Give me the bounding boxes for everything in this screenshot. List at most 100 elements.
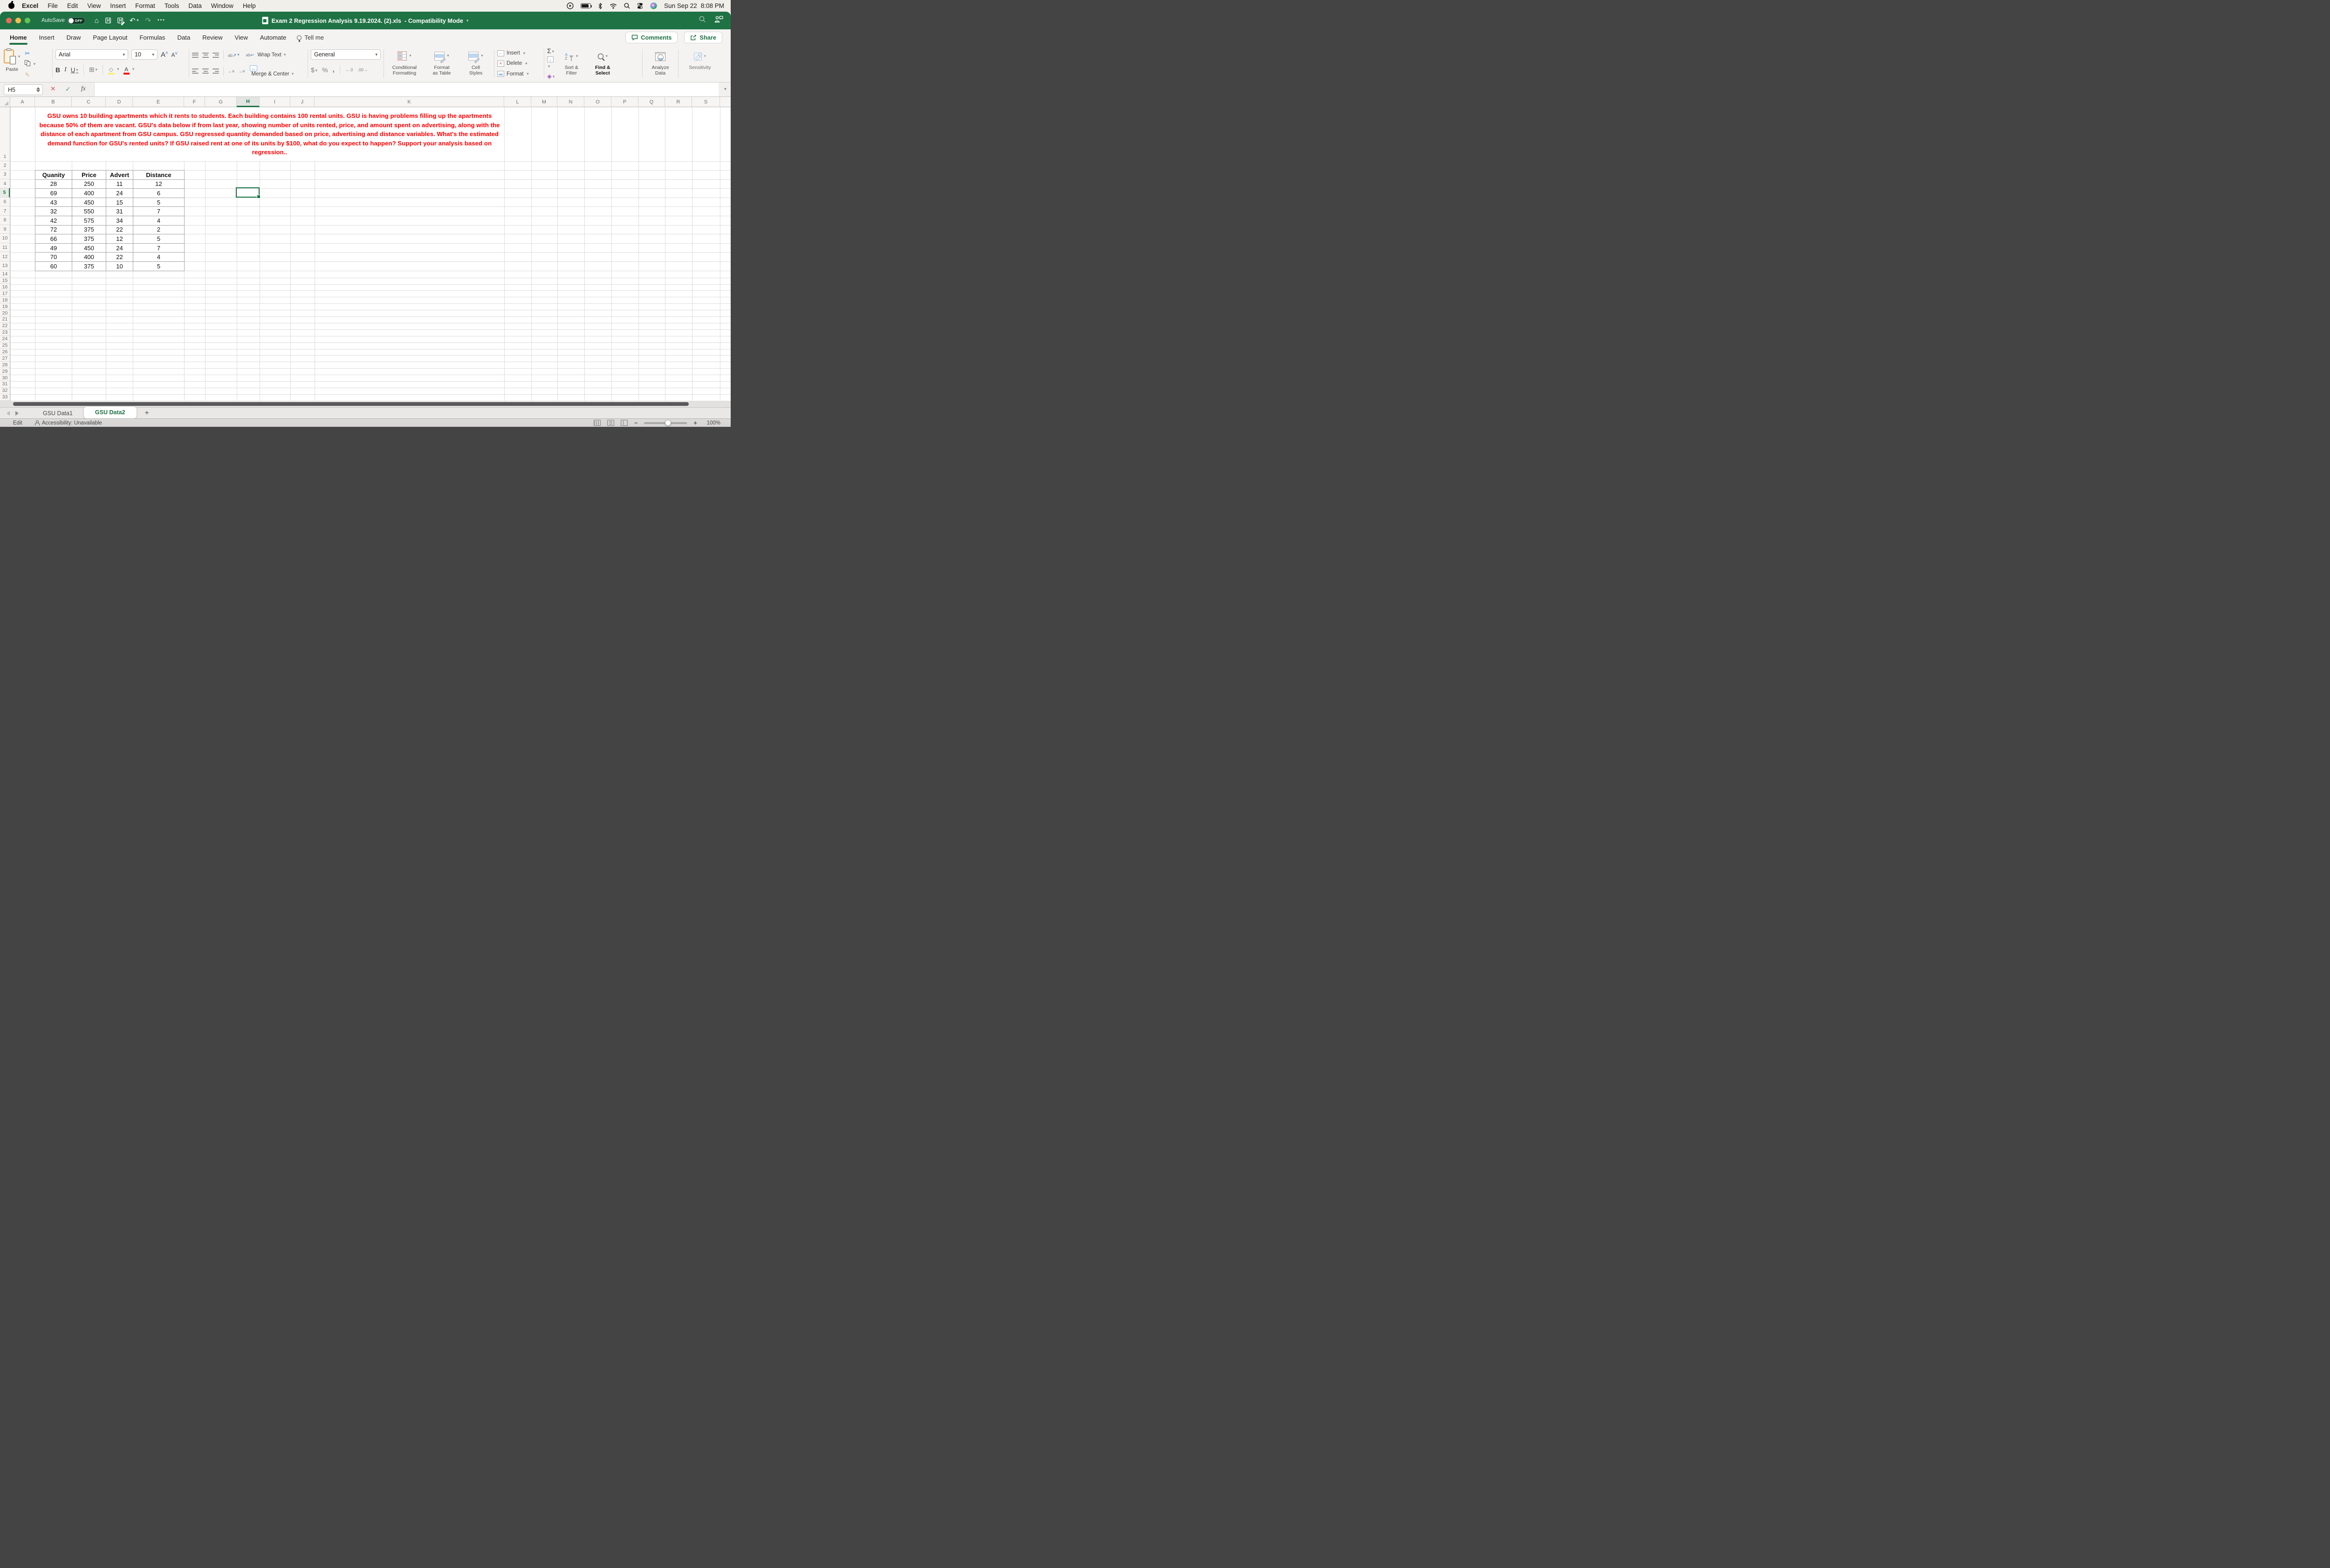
paste-button[interactable]: Paste: [4, 48, 20, 73]
cell-r11c2[interactable]: 450: [72, 243, 106, 253]
menu-edit[interactable]: Edit: [62, 2, 82, 9]
cell-r5c4[interactable]: 6: [133, 189, 185, 198]
table-header-price[interactable]: Price: [72, 171, 106, 180]
align-left-button[interactable]: [192, 68, 199, 74]
row-header-1[interactable]: 1: [0, 107, 10, 161]
column-header-I[interactable]: I: [260, 97, 290, 107]
table-header-advert[interactable]: Advert: [106, 171, 133, 180]
cell-r13c3[interactable]: 10: [106, 261, 133, 271]
row-header-14[interactable]: 14: [0, 271, 10, 278]
home-icon[interactable]: ⌂: [95, 17, 99, 24]
row-header-2[interactable]: 2: [0, 161, 10, 170]
menu-tools[interactable]: Tools: [160, 2, 184, 9]
ribbon-tab-view[interactable]: View: [229, 29, 254, 46]
cell-r10c3[interactable]: 12: [106, 234, 133, 244]
ribbon-tab-draw[interactable]: Draw: [61, 29, 87, 46]
copy-button[interactable]: [25, 60, 35, 68]
share-button[interactable]: Share: [684, 32, 722, 43]
row-header-13[interactable]: 13: [0, 261, 10, 271]
bluetooth-icon[interactable]: [598, 2, 603, 9]
row-header-21[interactable]: 21: [0, 316, 10, 323]
menu-excel[interactable]: Excel: [17, 2, 43, 9]
cell-r7c3[interactable]: 31: [106, 207, 133, 216]
row-header-7[interactable]: 7: [0, 206, 10, 216]
row-header-31[interactable]: 31: [0, 381, 10, 388]
sheet-tab-gsu-data1[interactable]: GSU Data1: [32, 408, 84, 419]
row-header-26[interactable]: 26: [0, 349, 10, 356]
cell-r7c1[interactable]: 32: [35, 207, 72, 216]
menu-data[interactable]: Data: [184, 2, 206, 9]
insert-cells-button[interactable]: Insert: [497, 48, 541, 58]
zoom-slider-knob[interactable]: [665, 419, 671, 426]
siri-icon[interactable]: [650, 2, 657, 9]
cell-r10c1[interactable]: 66: [35, 234, 72, 244]
spotlight-search-icon[interactable]: [624, 3, 630, 9]
autosave-toggle[interactable]: OFF: [67, 17, 85, 24]
cell-r9c2[interactable]: 375: [72, 225, 106, 235]
align-top-button[interactable]: [192, 52, 199, 58]
underline-button[interactable]: U: [71, 67, 78, 74]
number-format-select[interactable]: General ▾: [311, 49, 381, 60]
cell-r7c2[interactable]: 550: [72, 207, 106, 216]
cell-r10c4[interactable]: 5: [133, 234, 185, 244]
delete-cells-button[interactable]: Delete: [497, 58, 541, 68]
comma-format-button[interactable]: ,: [333, 66, 335, 74]
cell-r11c1[interactable]: 49: [35, 243, 72, 253]
row-header-25[interactable]: 25: [0, 342, 10, 349]
format-as-table-button[interactable]: Formatas Table: [425, 48, 459, 79]
font-color-button[interactable]: A: [123, 65, 135, 75]
row-header-20[interactable]: 20: [0, 310, 10, 316]
column-header-P[interactable]: P: [611, 97, 638, 107]
row-header-16[interactable]: 16: [0, 284, 10, 291]
save-as-icon[interactable]: [117, 18, 125, 26]
cell-r6c3[interactable]: 15: [106, 198, 133, 207]
increase-font-size-button[interactable]: Aᐱ: [161, 51, 168, 59]
column-header-J[interactable]: J: [290, 97, 315, 107]
align-middle-button[interactable]: [202, 52, 209, 58]
sheet-tab-gsu-data2[interactable]: GSU Data2: [83, 407, 137, 418]
zoom-window-button[interactable]: [25, 18, 30, 23]
currency-format-button[interactable]: $: [311, 67, 317, 73]
cut-button[interactable]: ✂: [25, 50, 35, 57]
select-all-corner[interactable]: [0, 97, 10, 107]
more-commands-icon[interactable]: •••: [158, 18, 165, 23]
apple-menu-icon[interactable]: [8, 3, 14, 9]
ribbon-tab-automate[interactable]: Automate: [254, 29, 292, 46]
conditional-formatting-button[interactable]: ConditionalFormatting: [387, 48, 422, 79]
ribbon-tab-home[interactable]: Home: [4, 29, 33, 46]
page-break-view-icon[interactable]: [620, 420, 628, 426]
insert-function-icon[interactable]: fx: [81, 85, 86, 92]
column-header-K[interactable]: K: [315, 97, 504, 107]
zoom-slider[interactable]: [644, 419, 687, 426]
cell-r4c2[interactable]: 250: [72, 179, 106, 189]
wrap-text-button[interactable]: ab↩ Wrap Text: [246, 52, 286, 58]
ribbon-tab-page-layout[interactable]: Page Layout: [87, 29, 133, 46]
row-header-24[interactable]: 24: [0, 336, 10, 342]
cell-r10c2[interactable]: 375: [72, 234, 106, 244]
confirm-icon[interactable]: [65, 85, 71, 93]
menu-help[interactable]: Help: [238, 2, 260, 9]
row-header-10[interactable]: 10: [0, 234, 10, 243]
row-header-23[interactable]: 23: [0, 329, 10, 336]
cell-r5c2[interactable]: 400: [72, 189, 106, 198]
font-family-select[interactable]: Arial ▾: [55, 49, 128, 60]
formula-input[interactable]: [94, 82, 719, 96]
cell-r12c3[interactable]: 22: [106, 253, 133, 262]
align-right-button[interactable]: [212, 68, 219, 74]
column-header-M[interactable]: M: [531, 97, 557, 107]
row-header-17[interactable]: 17: [0, 290, 10, 297]
row-header-6[interactable]: 6: [0, 198, 10, 207]
column-header-O[interactable]: O: [584, 97, 611, 107]
cell-r12c4[interactable]: 4: [133, 253, 185, 262]
column-header-D[interactable]: D: [106, 97, 133, 107]
align-bottom-button[interactable]: [212, 52, 219, 58]
row-header-27[interactable]: 27: [0, 355, 10, 362]
horizontal-scrollbar-thumb[interactable]: [13, 402, 689, 406]
decrease-indent-button[interactable]: ←≡: [228, 69, 234, 74]
row-header-33[interactable]: 33: [0, 394, 10, 401]
row-header-19[interactable]: 19: [0, 303, 10, 310]
zoom-in-button[interactable]: +: [693, 419, 697, 426]
merge-center-button[interactable]: ↔ Merge & Center: [249, 65, 294, 77]
borders-button[interactable]: ⊞: [89, 66, 97, 74]
menu-file[interactable]: File: [43, 2, 62, 9]
